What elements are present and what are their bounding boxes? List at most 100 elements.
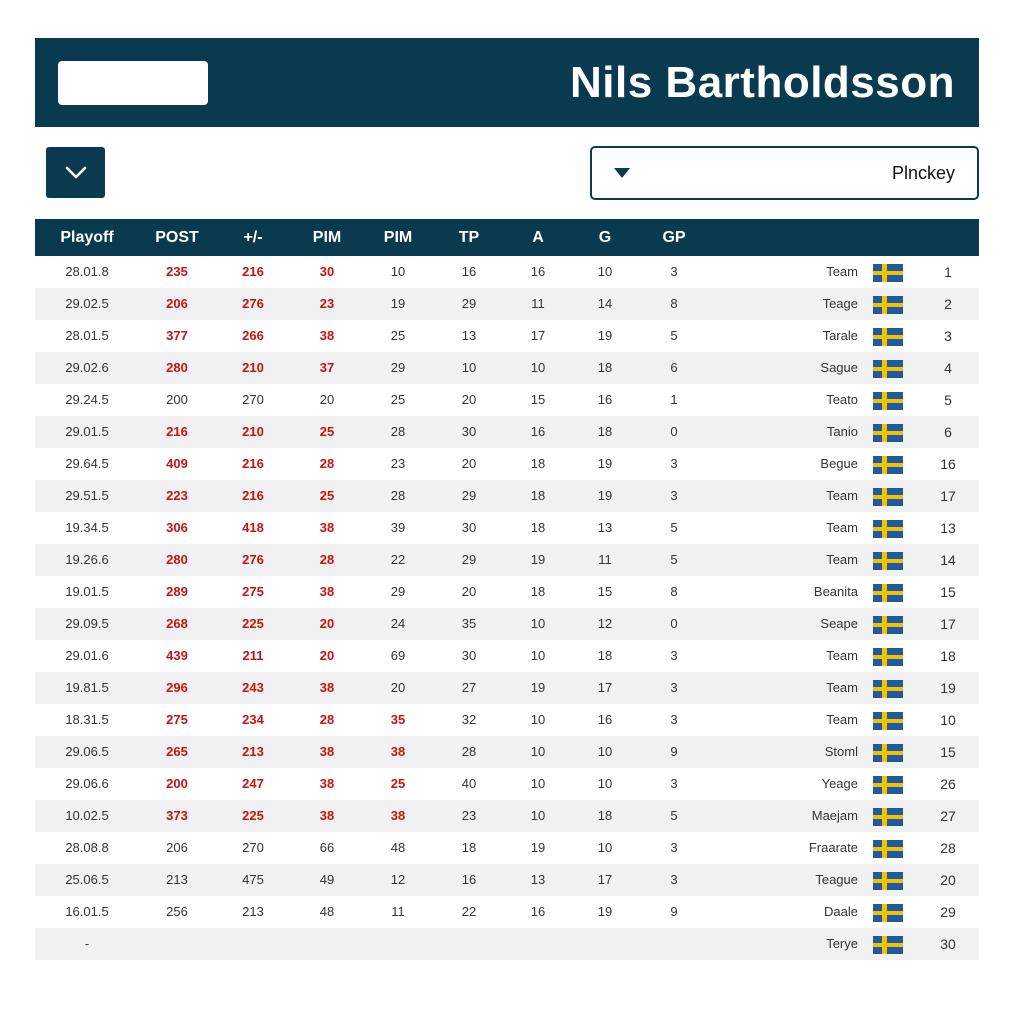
cell-rank: 28 xyxy=(940,840,956,856)
cell-a: 19 xyxy=(530,680,546,695)
table-row[interactable]: 29.51.5 223 216 25 28 29 18 19 3 Team 17 xyxy=(35,480,979,512)
column-header-post[interactable]: POST xyxy=(145,219,209,256)
cell-g: 19 xyxy=(597,456,613,471)
cell-team-name[interactable]: Teague xyxy=(738,864,858,896)
cell-pim: 28 xyxy=(390,488,406,503)
cell-rank: 15 xyxy=(940,744,956,760)
cell-pim2: 49 xyxy=(319,872,335,887)
cell-pim2: 30 xyxy=(319,264,335,279)
column-header-pm[interactable]: +/- xyxy=(221,219,285,256)
cell-tp: 35 xyxy=(461,616,477,631)
cell-tp: 10 xyxy=(461,360,477,375)
table-row[interactable]: 29.64.5 409 216 28 23 20 18 19 3 Begue 16 xyxy=(35,448,979,480)
cell-playoff: 16.01.5 xyxy=(65,904,109,919)
cell-team-name[interactable]: Team xyxy=(738,640,858,672)
league-select[interactable]: Plnckey xyxy=(590,146,979,200)
cell-team-name[interactable]: Tanio xyxy=(738,416,858,448)
cell-team-name[interactable]: Stoml xyxy=(738,736,858,768)
cell-g: 19 xyxy=(597,904,613,919)
cell-a: 18 xyxy=(530,456,546,471)
cell-a: 18 xyxy=(530,584,546,599)
table-row[interactable]: 29.06.6 200 247 38 25 40 10 10 3 Yeage 26 xyxy=(35,768,979,800)
cell-playoff: 10.02.5 xyxy=(65,808,109,823)
column-header-pim2[interactable]: PIM xyxy=(295,219,359,256)
cell-tp: 13 xyxy=(461,328,477,343)
cell-rank: 27 xyxy=(940,808,956,824)
sweden-flag-icon xyxy=(873,360,903,378)
table-row[interactable]: 19.26.6 280 276 28 22 29 19 11 5 Team 14 xyxy=(35,544,979,576)
cell-pim: 29 xyxy=(390,584,406,599)
cell-pim: 23 xyxy=(390,456,406,471)
cell-post: 223 xyxy=(166,488,188,503)
sweden-flag-icon xyxy=(873,872,903,890)
cell-team-name[interactable]: Fraarate xyxy=(738,832,858,864)
table-row[interactable]: 29.02.5 206 276 23 19 29 11 14 8 Teage 2 xyxy=(35,288,979,320)
sweden-flag-icon xyxy=(873,264,903,282)
table-row[interactable]: 19.01.5 289 275 38 29 20 18 15 8 Beanita 15 xyxy=(35,576,979,608)
column-header-g[interactable]: G xyxy=(573,219,637,256)
cell-team-name[interactable]: Begue xyxy=(738,448,858,480)
cell-team-name[interactable]: Team xyxy=(738,544,858,576)
expand-button[interactable] xyxy=(46,147,105,198)
cell-g: 16 xyxy=(597,392,613,407)
cell-pim2: 23 xyxy=(319,296,335,311)
cell-a: 19 xyxy=(530,840,546,855)
table-row[interactable]: 28.01.5 377 266 38 25 13 17 19 5 Tarale 3 xyxy=(35,320,979,352)
column-header-tp[interactable]: TP xyxy=(437,219,501,256)
cell-team-name[interactable]: Tarale xyxy=(738,320,858,352)
cell-rank: 29 xyxy=(940,904,956,920)
column-header-gp[interactable]: GP xyxy=(642,219,706,256)
table-row[interactable]: 19.34.5 306 418 38 39 30 18 13 5 Team 13 xyxy=(35,512,979,544)
cell-team-name[interactable]: Team xyxy=(738,256,858,288)
cell-pm: 247 xyxy=(242,776,264,791)
table-row[interactable]: 29.06.5 265 213 38 38 28 10 10 9 Stoml 15 xyxy=(35,736,979,768)
table-row[interactable]: 10.02.5 373 225 38 38 23 10 18 5 Maejam 27 xyxy=(35,800,979,832)
cell-tp: 29 xyxy=(461,552,477,567)
column-header-pim[interactable]: PIM xyxy=(366,219,430,256)
cell-team-name[interactable]: Beanita xyxy=(738,576,858,608)
cell-pm: 234 xyxy=(242,712,264,727)
cell-g: 18 xyxy=(597,808,613,823)
cell-post: 280 xyxy=(166,552,188,567)
cell-team-name[interactable]: Team xyxy=(738,480,858,512)
cell-team-name[interactable]: Sague xyxy=(738,352,858,384)
cell-team-name[interactable]: Terye xyxy=(738,928,858,960)
cell-playoff: 29.06.6 xyxy=(65,776,109,791)
cell-gp: 8 xyxy=(670,584,678,599)
cell-team-name[interactable]: Teage xyxy=(738,288,858,320)
cell-team-name[interactable]: Maejam xyxy=(738,800,858,832)
cell-a: 10 xyxy=(530,744,546,759)
table-row[interactable]: 29.01.5 216 210 25 28 30 16 18 0 Tanio 6 xyxy=(35,416,979,448)
cell-pim2: 38 xyxy=(319,808,335,823)
cell-team-name[interactable]: Teato xyxy=(738,384,858,416)
cell-team-name[interactable]: Team xyxy=(738,512,858,544)
table-row[interactable]: 29.09.5 268 225 20 24 35 10 12 0 Seape 17 xyxy=(35,608,979,640)
table-row[interactable]: 28.08.8 206 270 66 48 18 19 10 3 Fraarate 28 xyxy=(35,832,979,864)
cell-team-name[interactable]: Seape xyxy=(738,608,858,640)
cell-team-name[interactable]: Daale xyxy=(738,896,858,928)
table-row[interactable]: 16.01.5 256 213 48 11 22 16 19 9 Daale 29 xyxy=(35,896,979,928)
cell-team-name[interactable]: Team xyxy=(738,704,858,736)
header-placeholder-box[interactable] xyxy=(58,60,208,105)
table-row[interactable]: 18.31.5 275 234 28 35 32 10 16 3 Team 10 xyxy=(35,704,979,736)
cell-team-name[interactable]: Team xyxy=(738,672,858,704)
cell-gp: 3 xyxy=(670,648,678,663)
table-row[interactable]: 29.01.6 439 211 20 69 30 10 18 3 Team 18 xyxy=(35,640,979,672)
table-row[interactable]: 28.01.8 235 216 30 10 16 16 10 3 Team 1 xyxy=(35,256,979,288)
table-row[interactable]: - Terye 30 xyxy=(35,928,979,960)
sweden-flag-icon xyxy=(873,680,903,698)
table-row[interactable]: 29.02.6 280 210 37 29 10 10 18 6 Sague 4 xyxy=(35,352,979,384)
column-header-a[interactable]: A xyxy=(506,219,570,256)
cell-rank: 10 xyxy=(940,712,956,728)
table-row[interactable]: 19.81.5 296 243 38 20 27 19 17 3 Team 19 xyxy=(35,672,979,704)
cell-rank: 15 xyxy=(940,584,956,600)
cell-a: 18 xyxy=(530,520,546,535)
table-row[interactable]: 25.06.5 213 475 49 12 16 13 17 3 Teague 20 xyxy=(35,864,979,896)
column-header-playoff[interactable]: Playoff xyxy=(55,219,119,256)
sweden-flag-icon xyxy=(873,616,903,634)
cell-post: 373 xyxy=(166,808,188,823)
cell-team-name[interactable]: Yeage xyxy=(738,768,858,800)
cell-playoff: 29.64.5 xyxy=(65,456,109,471)
cell-pim: 19 xyxy=(390,296,406,311)
table-row[interactable]: 29.24.5 200 270 20 25 20 15 16 1 Teato 5 xyxy=(35,384,979,416)
